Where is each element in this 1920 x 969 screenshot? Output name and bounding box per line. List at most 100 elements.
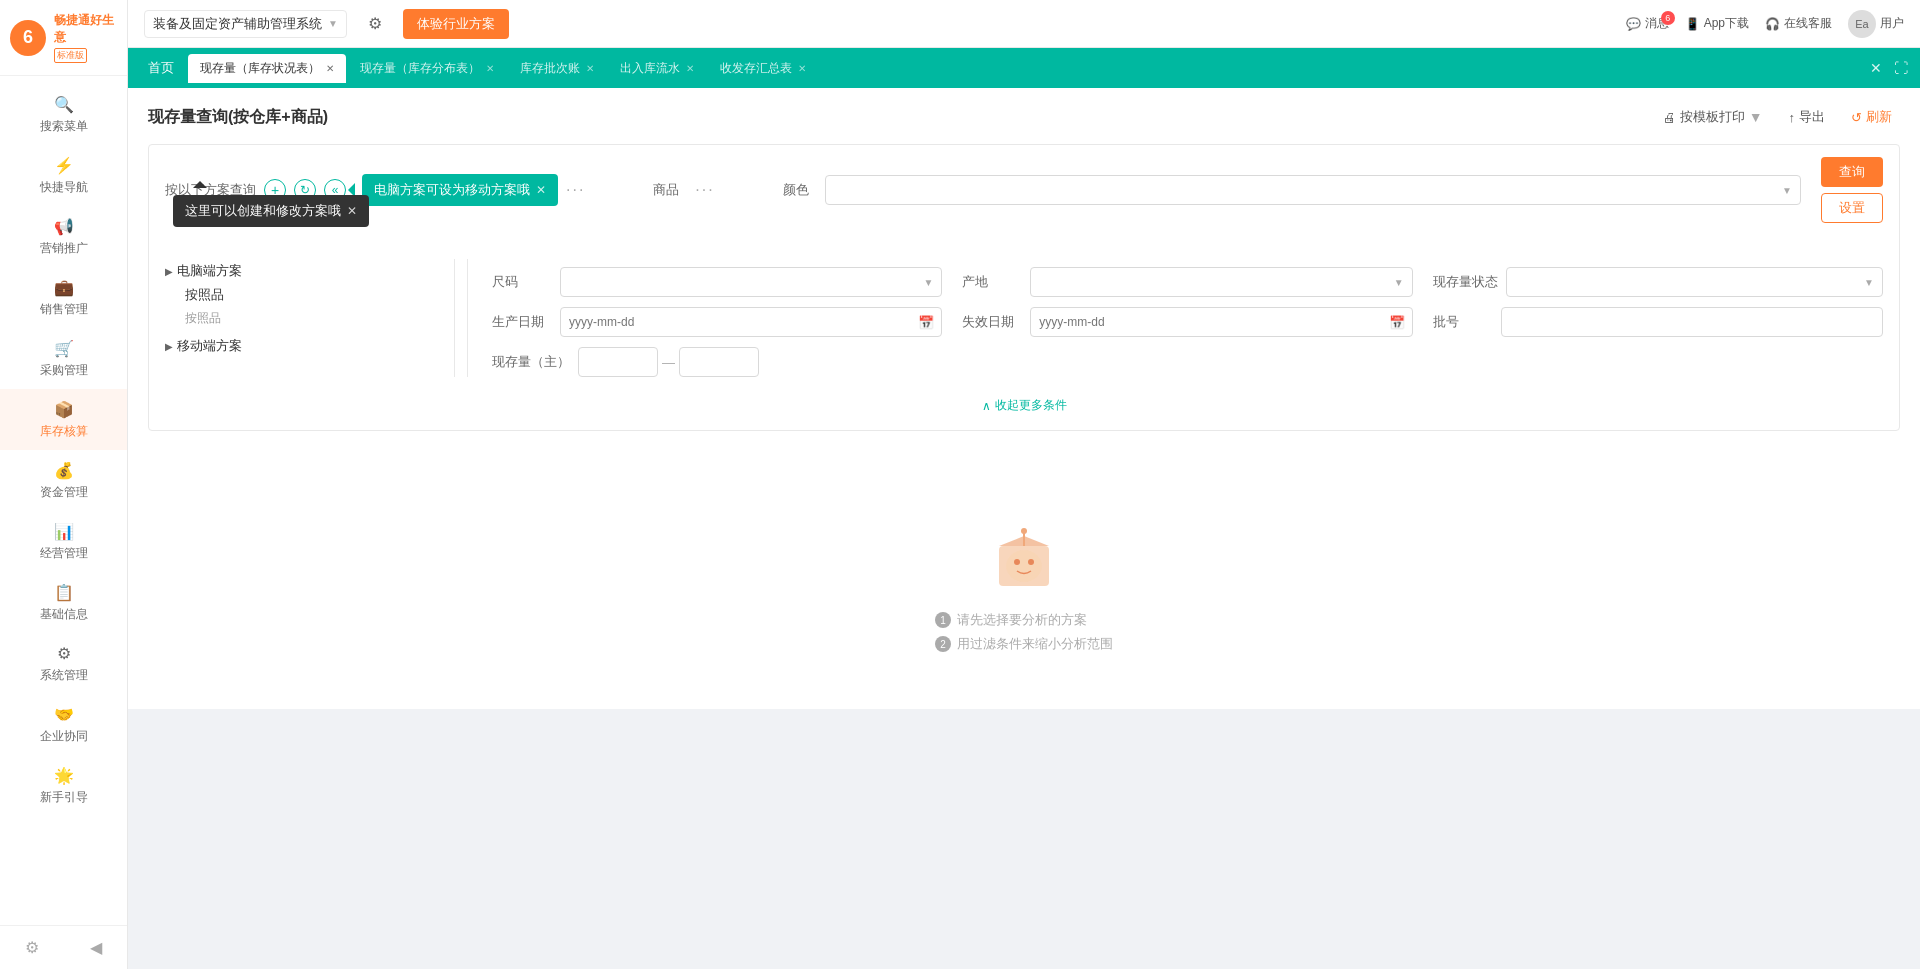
tab-close-icon[interactable]: ✕ (798, 63, 806, 74)
stock-main-max-input[interactable] (679, 347, 759, 377)
expire-date-start-input[interactable] (1030, 307, 1412, 337)
tab-close-all-button[interactable]: ✕ (1866, 56, 1886, 80)
scheme-sub-item[interactable]: 按照品 (165, 283, 442, 307)
scheme-divider-label: 按照品 (165, 307, 442, 330)
sidebar-item-quick-nav[interactable]: ⚡ 快捷导航 (0, 145, 127, 206)
page-title-bar: 现存量查询(按仓库+商品) 🖨 按模板打印 ▼ ↑ 导出 ↺ 刷新 (148, 104, 1900, 130)
print-template-label: 按模板打印 (1680, 108, 1745, 126)
settings-button[interactable]: 设置 (1821, 193, 1883, 223)
tooltip2-close-button[interactable]: ✕ (347, 204, 357, 218)
export-label: 导出 (1799, 108, 1825, 126)
refresh-button[interactable]: ↺ 刷新 (1843, 104, 1900, 130)
origin-select[interactable]: ▼ (1030, 267, 1412, 297)
message-badge: 6 (1661, 11, 1675, 25)
sidebar-item-basic[interactable]: 📋 基础信息 (0, 572, 127, 633)
sidebar-item-label: 资金管理 (40, 484, 88, 501)
phone-icon: 📱 (1685, 17, 1700, 31)
tab-summary[interactable]: 收发存汇总表 ✕ (708, 54, 818, 83)
collapse-filter-button[interactable]: ∧ 收起更多条件 (165, 389, 1883, 418)
search-button[interactable]: 查询 (1821, 157, 1883, 187)
empty-hint-1: 1 请先选择要分析的方案 (935, 611, 1113, 629)
app-download-button[interactable]: 📱 App下载 (1685, 15, 1749, 32)
system-selector[interactable]: 装备及固定资产辅助管理系统 ▼ (144, 10, 347, 38)
message-button[interactable]: 💬 消息 6 (1626, 15, 1669, 32)
sidebar-logo: 6 畅捷通好生意 标准版 (0, 0, 127, 76)
prod-date-start-input[interactable] (560, 307, 942, 337)
sidebar-item-label: 基础信息 (40, 606, 88, 623)
main-area: 装备及固定资产辅助管理系统 ▼ ⚙ 体验行业方案 💬 消息 6 📱 App下载 … (128, 0, 1920, 969)
sidebar-item-management[interactable]: 📊 经营管理 (0, 511, 127, 572)
system-icon: ⚙ (54, 643, 74, 663)
filter-row-prod-date: 生产日期 📅 (492, 307, 942, 337)
tab-inventory-status[interactable]: 现存量（库存状况表） ✕ (188, 54, 346, 83)
sidebar-item-system[interactable]: ⚙ 系统管理 (0, 633, 127, 694)
tab-close-icon[interactable]: ✕ (586, 63, 594, 74)
sidebar-item-finance[interactable]: 💰 资金管理 (0, 450, 127, 511)
settings-bottom-icon[interactable]: ⚙ (25, 938, 39, 957)
sidebar-item-label: 搜索菜单 (40, 118, 88, 135)
goods-dots-button[interactable]: ··· (695, 181, 714, 199)
filter-section: ▶ 电脑端方案 按照品 按照品 ▶ 移动端方案 (165, 259, 1883, 377)
tooltip1-close-button[interactable]: ✕ (536, 183, 546, 197)
stock-status-label: 现存量状态 (1433, 273, 1498, 291)
filter-fields-grid: 尺码 ▼ 产地 (492, 267, 1883, 377)
tab-batch-account[interactable]: 库存批次账 ✕ (508, 54, 606, 83)
settings-gear-button[interactable]: ⚙ (359, 8, 391, 40)
sidebar-item-inventory[interactable]: 📦 库存核算 (0, 389, 127, 450)
sidebar-item-label: 快捷导航 (40, 179, 88, 196)
industry-solution-button[interactable]: 体验行业方案 (403, 9, 509, 39)
sales-icon: 💼 (54, 277, 74, 297)
marketing-icon: 📢 (54, 216, 74, 236)
tab-label: 收发存汇总表 (720, 60, 792, 77)
color-select-arrow: ▼ (1782, 185, 1792, 196)
sidebar-item-enterprise[interactable]: 🤝 企业协同 (0, 694, 127, 755)
tab-close-icon[interactable]: ✕ (686, 63, 694, 74)
export-button[interactable]: ↑ 导出 (1781, 104, 1834, 130)
content-area: 现存量查询(按仓库+商品) 🖨 按模板打印 ▼ ↑ 导出 ↺ 刷新 (128, 88, 1920, 709)
tab-fullscreen-button[interactable]: ⛶ (1890, 56, 1912, 80)
scheme-mobile[interactable]: ▶ 移动端方案 (165, 334, 442, 358)
app-download-label: App下载 (1704, 15, 1749, 32)
sidebar-item-sales[interactable]: 💼 销售管理 (0, 267, 127, 328)
sidebar-nav: 🔍 搜索菜单 ⚡ 快捷导航 📢 营销推广 💼 销售管理 🛒 采购管理 📦 库存核… (0, 76, 127, 925)
batch-input[interactable] (1501, 307, 1883, 337)
tab-close-icon[interactable]: ✕ (486, 63, 494, 74)
page-title: 现存量查询(按仓库+商品) (148, 107, 328, 128)
logo-icon: 6 (10, 20, 46, 56)
refresh-label: 刷新 (1866, 108, 1892, 126)
avatar-text: Ea (1855, 18, 1868, 30)
sidebar-item-label: 经营管理 (40, 545, 88, 562)
sidebar-item-marketing[interactable]: 📢 营销推广 (0, 206, 127, 267)
tab-inventory-distribution[interactable]: 现存量（库存分布表） ✕ (348, 54, 506, 83)
filter-area: 按以下方案查询 + ↻ « 电脑方案可设为移动方案哦 ✕ (148, 144, 1900, 431)
scheme-name: 电脑端方案 (177, 262, 242, 280)
warehouse-dots-button[interactable]: ··· (566, 181, 585, 199)
range-separator: — (662, 355, 675, 370)
svg-point-3 (1006, 550, 1042, 582)
stock-status-select[interactable]: ▼ (1506, 267, 1883, 297)
tab-close-icon[interactable]: ✕ (326, 63, 334, 74)
tab-home[interactable]: 首页 (136, 53, 186, 83)
filter-row-stock-status: 现存量状态 ▼ (1433, 267, 1883, 297)
print-template-button[interactable]: 🖨 按模板打印 ▼ (1655, 104, 1771, 130)
tab-label: 库存批次账 (520, 60, 580, 77)
color-select[interactable]: ▼ (825, 175, 1801, 205)
collapse-sidebar-icon[interactable]: ◀ (90, 938, 102, 957)
size-select[interactable]: ▼ (560, 267, 942, 297)
top-header: 装备及固定资产辅助管理系统 ▼ ⚙ 体验行业方案 💬 消息 6 📱 App下载 … (128, 0, 1920, 48)
tab-label: 现存量（库存分布表） (360, 60, 480, 77)
sidebar-item-search[interactable]: 🔍 搜索菜单 (0, 84, 127, 145)
scheme-desktop[interactable]: ▶ 电脑端方案 (165, 259, 442, 283)
svg-point-7 (1021, 528, 1027, 534)
prod-date-start-wrap: 📅 (560, 307, 942, 337)
tab-inout-flow[interactable]: 出入库流水 ✕ (608, 54, 706, 83)
title-actions: 🖨 按模板打印 ▼ ↑ 导出 ↺ 刷新 (1655, 104, 1900, 130)
online-support-button[interactable]: 🎧 在线客服 (1765, 15, 1832, 32)
sidebar-item-purchase[interactable]: 🛒 采购管理 (0, 328, 127, 389)
goods-field-label: 商品 (653, 181, 679, 199)
stock-main-min-input[interactable] (578, 347, 658, 377)
user-profile[interactable]: Ea 用户 (1848, 10, 1904, 38)
export-icon: ↑ (1789, 110, 1796, 125)
sidebar-item-guide[interactable]: 🌟 新手引导 (0, 755, 127, 816)
tooltip2-wrap: 这里可以创建和修改方案哦 ✕ (173, 195, 369, 227)
